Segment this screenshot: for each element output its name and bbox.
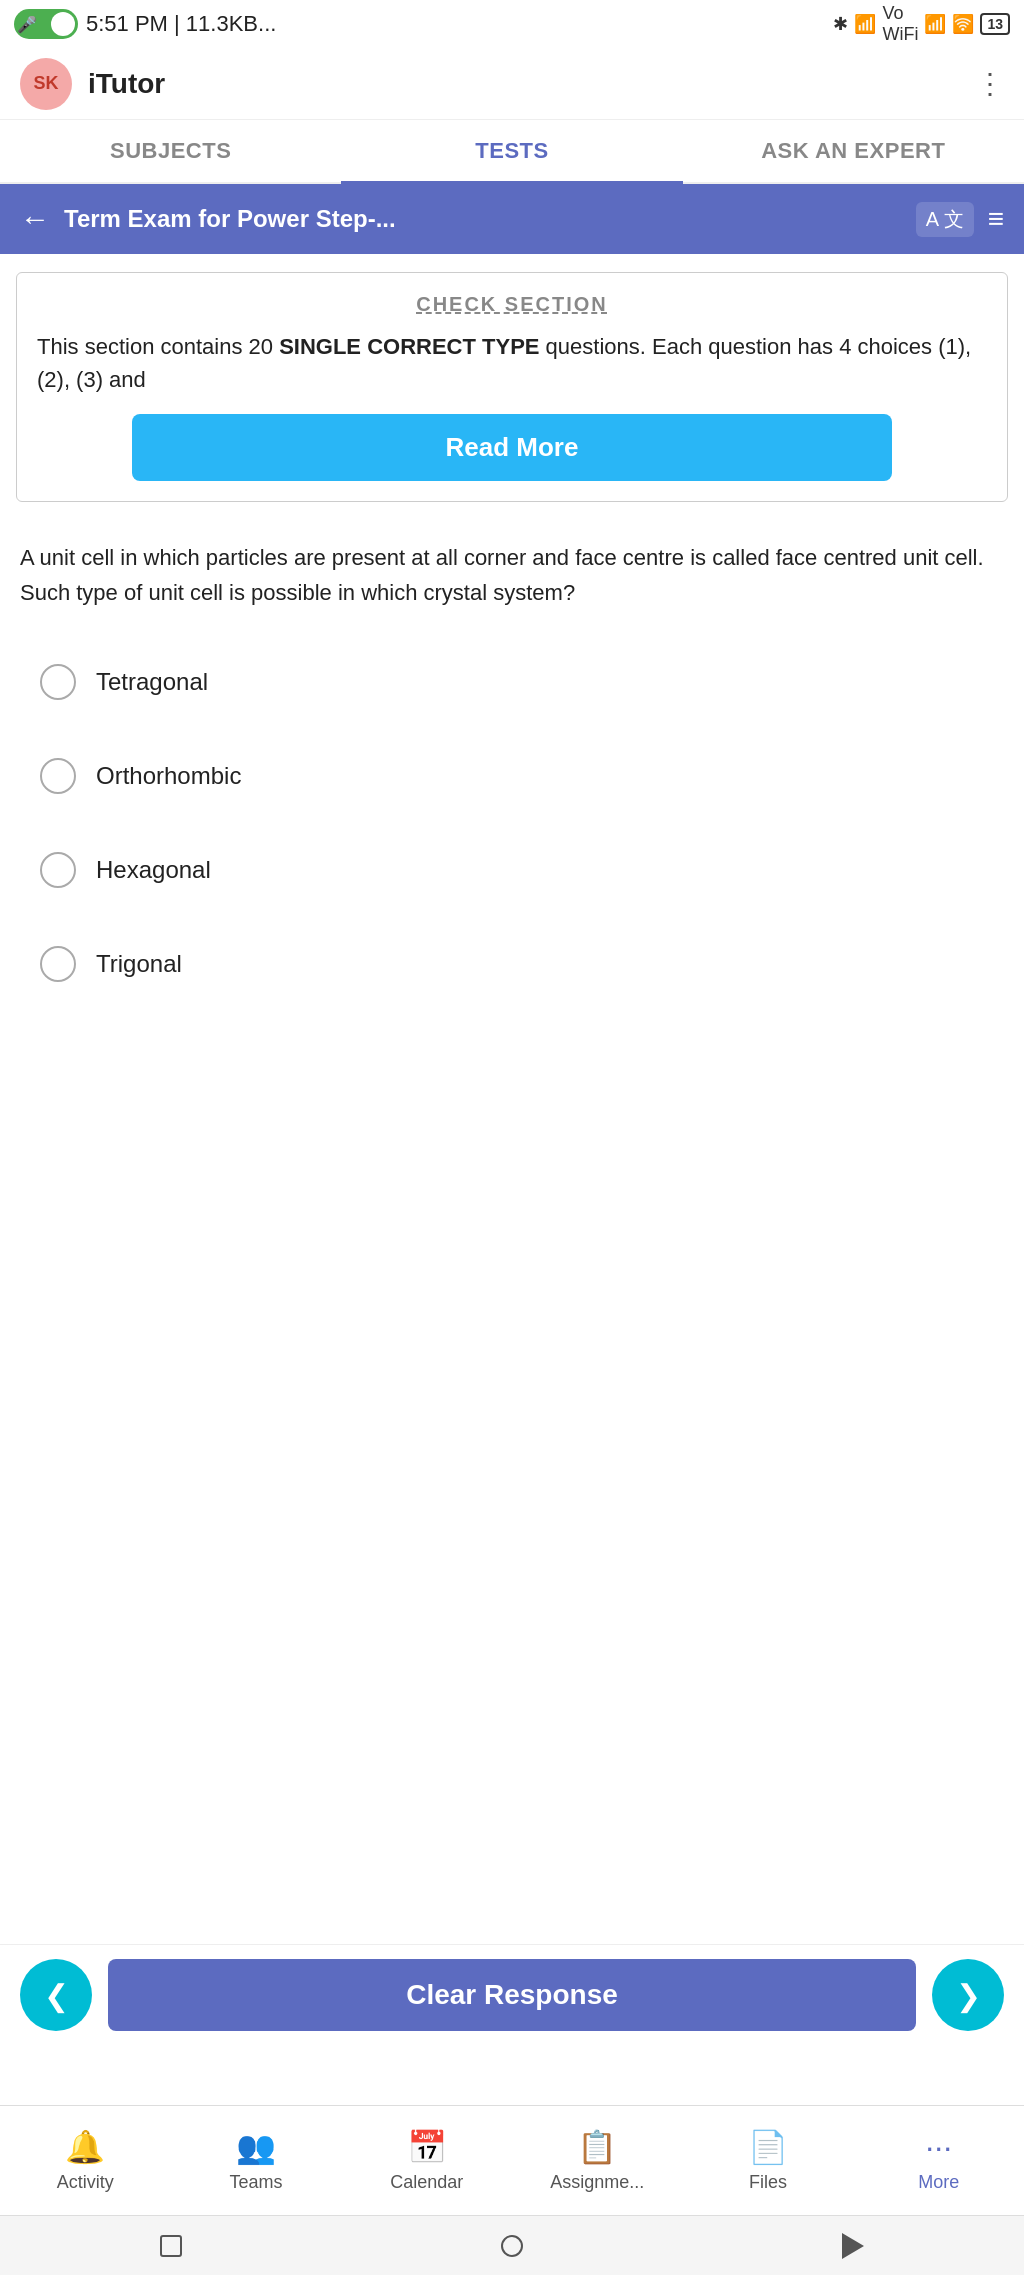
radio-trigonal[interactable] [40,946,76,982]
exam-header: ← Term Exam for Power Step-... A 文 ≡ [0,184,1024,254]
status-time: 5:51 PM | 11.3KB... [86,11,276,37]
activity-icon: 🔔 [65,2128,105,2166]
question-body: A unit cell in which particles are prese… [0,520,1024,1116]
exam-menu-button[interactable]: ≡ [988,203,1004,235]
section-description: This section contains 20 SINGLE CORRECT … [37,330,987,396]
option-trigonal[interactable]: Trigonal [20,922,1004,1006]
option-label-trigonal: Trigonal [96,950,182,978]
app-title: iTutor [88,68,165,100]
toggle-knob [51,12,75,36]
tab-subjects[interactable]: SUBJECTS [0,120,341,182]
radio-tetragonal[interactable] [40,664,76,700]
read-more-button[interactable]: Read More [132,414,892,481]
avatar: SK [20,58,72,110]
system-nav [0,2215,1024,2275]
assignments-label: Assignme... [550,2172,644,2193]
nav-assignments[interactable]: 📋 Assignme... [512,2118,683,2203]
option-tetragonal[interactable]: Tetragonal [20,640,1004,724]
nav-more[interactable]: ··· More [853,2119,1024,2203]
back-system-button[interactable] [833,2226,873,2266]
status-bar: 🎤 5:51 PM | 11.3KB... ✱ 📶 VoWiFi 📶 🛜 13 [0,0,1024,48]
question-text: A unit cell in which particles are prese… [20,540,1004,610]
tab-ask-expert[interactable]: ASK AN EXPERT [683,120,1024,182]
translate-button[interactable]: A 文 [916,202,974,237]
teams-icon: 👥 [236,2128,276,2166]
square-icon [160,2235,182,2257]
nav-activity[interactable]: 🔔 Activity [0,2118,171,2203]
tab-tests[interactable]: TESTS [341,120,682,182]
back-button[interactable]: ← [20,202,50,236]
mic-icon: 🎤 [17,15,37,34]
wifi2-icon: 📶 [924,13,946,35]
nav-calendar[interactable]: 📅 Calendar [341,2118,512,2203]
bottom-action-bar: ❮ Clear Response ❯ [0,1944,1024,2045]
status-right: ✱ 📶 VoWiFi 📶 🛜 13 [833,3,1010,45]
option-hexagonal[interactable]: Hexagonal [20,828,1004,912]
nav-files[interactable]: 📄 Files [683,2118,854,2203]
recent-apps-button[interactable] [151,2226,191,2266]
wifi3-icon: 🛜 [952,13,974,35]
bluetooth-icon: ✱ [833,13,848,35]
options-list: Tetragonal Orthorhombic Hexagonal Trigon… [20,640,1004,1006]
option-label-orthorhombic: Orthorhombic [96,762,241,790]
more-label: More [918,2172,959,2193]
option-label-hexagonal: Hexagonal [96,856,211,884]
files-label: Files [749,2172,787,2193]
app-bar: SK iTutor ⋮ [0,48,1024,120]
more-icon: ··· [925,2129,952,2166]
battery-indicator: 13 [980,13,1010,35]
assignments-icon: 📋 [577,2128,617,2166]
radio-hexagonal[interactable] [40,852,76,888]
signal-icon: 📶 [854,13,876,35]
status-left: 🎤 5:51 PM | 11.3KB... [14,9,276,39]
circle-icon [501,2235,523,2257]
teams-label: Teams [230,2172,283,2193]
activity-label: Activity [57,2172,114,2193]
calendar-label: Calendar [390,2172,463,2193]
prev-question-button[interactable]: ❮ [20,1959,92,2031]
home-button[interactable] [492,2226,532,2266]
radio-orthorhombic[interactable] [40,758,76,794]
app-bar-left: SK iTutor [20,58,165,110]
triangle-icon [842,2233,864,2259]
wifi-icon: VoWiFi [882,3,918,45]
section-header: CHECK SECTION [37,293,987,316]
bottom-nav: 🔔 Activity 👥 Teams 📅 Calendar 📋 Assignme… [0,2105,1024,2215]
section-card: CHECK SECTION This section contains 20 S… [16,272,1008,502]
option-label-tetragonal: Tetragonal [96,668,208,696]
option-orthorhombic[interactable]: Orthorhombic [20,734,1004,818]
nav-teams[interactable]: 👥 Teams [171,2118,342,2203]
calendar-icon: 📅 [407,2128,447,2166]
next-question-button[interactable]: ❯ [932,1959,1004,2031]
tabs-bar: SUBJECTS TESTS ASK AN EXPERT [0,120,1024,184]
exam-title: Term Exam for Power Step-... [64,205,902,233]
app-menu-button[interactable]: ⋮ [976,67,1004,100]
files-icon: 📄 [748,2128,788,2166]
clear-response-button[interactable]: Clear Response [108,1959,916,2031]
mic-toggle[interactable]: 🎤 [14,9,78,39]
